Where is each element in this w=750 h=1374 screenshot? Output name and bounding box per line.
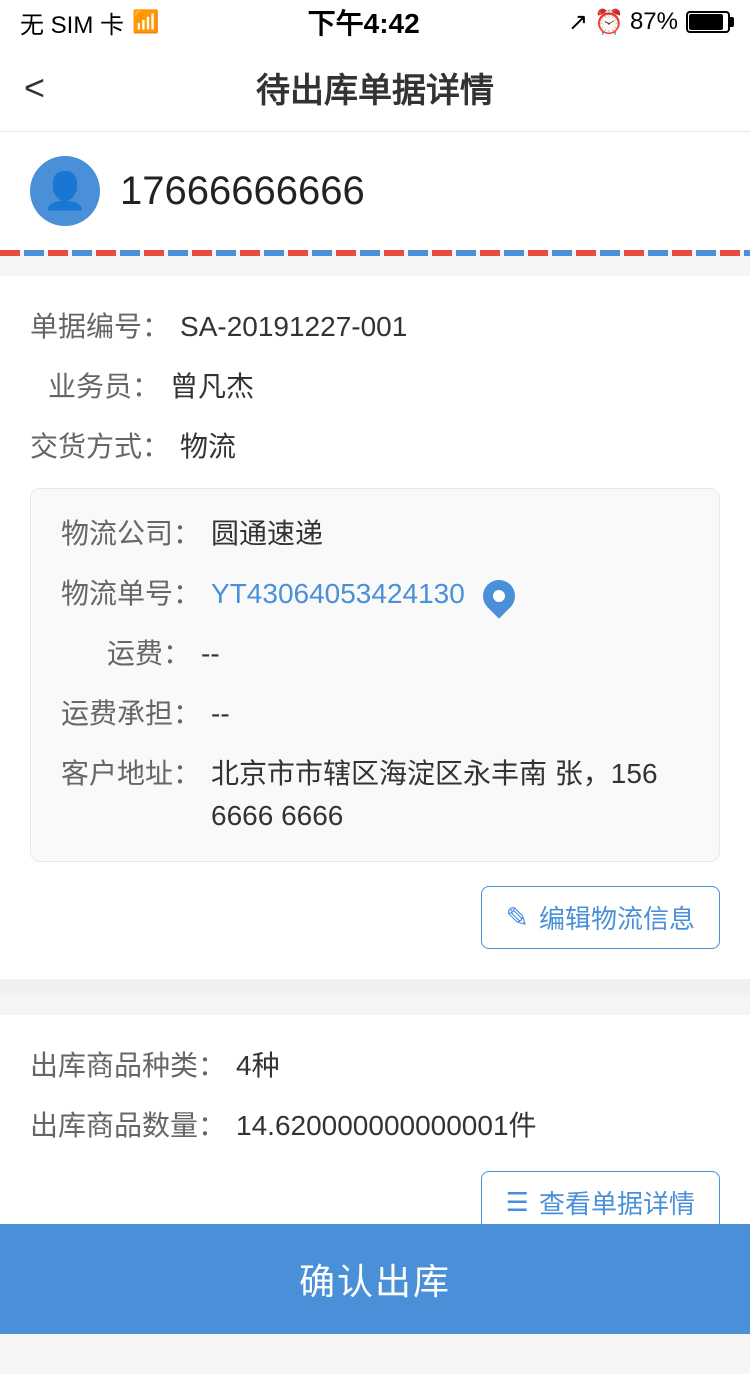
logistics-company-value: 圆通速递 [211,513,689,555]
outbound-types-row: 出库商品种类： 4种 [30,1045,720,1087]
freight-value: -- [201,633,689,675]
outbound-quantity-value: 14.620000000000001件 [236,1105,720,1147]
logistics-card: 物流公司： 圆通速递 物流单号： YT43064053424130 运费： --… [30,488,720,862]
customer-phone: 17666666666 [120,169,365,214]
tracking-number-value: YT43064053424130 [211,573,689,615]
delivery-value: 物流 [180,426,720,468]
order-number-value: SA-20191227-001 [180,306,720,348]
avatar-icon: 👤 [43,170,88,212]
logistics-company-label: 物流公司： [61,513,201,555]
outbound-quantity-label: 出库商品数量： [30,1105,226,1147]
tracking-number-label: 物流单号： [61,573,201,615]
view-detail-label: 查看单据详情 [539,1184,695,1221]
outbound-quantity-row: 出库商品数量： 14.620000000000001件 [30,1105,720,1147]
status-bar-right: ↗ ⏰ 87% [568,8,730,37]
salesman-value: 曾凡杰 [170,366,720,408]
location-service-icon: ↗ [568,8,588,37]
confirm-outbound-button[interactable]: 确认出库 [299,1253,451,1305]
battery-icon [686,11,730,33]
section-divider [0,979,750,995]
delivery-label: 交货方式： [30,426,170,468]
address-row: 客户地址： 北京市市辖区海淀区永丰南 张，156 6666 6666 [61,753,689,837]
address-value: 北京市市辖区海淀区永丰南 张，156 6666 6666 [211,753,689,837]
wifi-icon: 📶 [132,9,159,35]
detail-list-icon: ☰ [506,1187,529,1218]
page-title: 待出库单据详情 [256,63,494,112]
edit-icon: ✎ [506,901,529,934]
freight-row: 运费： -- [61,633,689,675]
status-bar-time: 下午4:42 [308,2,420,42]
freight-bearer-value: -- [211,693,689,735]
customer-header: 👤 17666666666 [0,132,750,250]
salesman-label: 业务员： [30,366,160,408]
freight-bearer-label: 运费承担： [61,693,201,735]
freight-label: 运费： [61,633,191,675]
decorative-divider [0,250,750,256]
outbound-types-value: 4种 [236,1045,720,1087]
back-button[interactable]: < [24,67,45,109]
edit-logistics-button[interactable]: ✎ 编辑物流信息 [481,886,720,949]
address-label: 客户地址： [61,753,201,795]
order-number-row: 单据编号： SA-20191227-001 [30,306,720,348]
delivery-row: 交货方式： 物流 [30,426,720,468]
bottom-bar: 确认出库 [0,1224,750,1334]
tracking-number-row: 物流单号： YT43064053424130 [61,573,689,615]
status-bar-left: 无 SIM 卡 📶 [20,5,159,40]
logistics-company-row: 物流公司： 圆通速递 [61,513,689,555]
avatar: 👤 [30,156,100,226]
back-icon: < [24,67,45,108]
salesman-row: 业务员： 曾凡杰 [30,366,720,408]
order-number-label: 单据编号： [30,306,170,348]
freight-bearer-row: 运费承担： -- [61,693,689,735]
battery-percentage: 87% [630,8,678,36]
status-bar: 无 SIM 卡 📶 下午4:42 ↗ ⏰ 87% [0,0,750,44]
outbound-types-label: 出库商品种类： [30,1045,226,1087]
nav-bar: < 待出库单据详情 [0,44,750,132]
edit-logistics-label: 编辑物流信息 [539,899,695,936]
carrier-label: 无 SIM 卡 [20,5,124,40]
edit-logistics-button-container: ✎ 编辑物流信息 [30,886,720,949]
location-icon[interactable] [476,573,521,618]
alarm-icon: ⏰ [594,8,624,37]
basic-info-section: 单据编号： SA-20191227-001 业务员： 曾凡杰 交货方式： 物流 … [0,276,750,979]
